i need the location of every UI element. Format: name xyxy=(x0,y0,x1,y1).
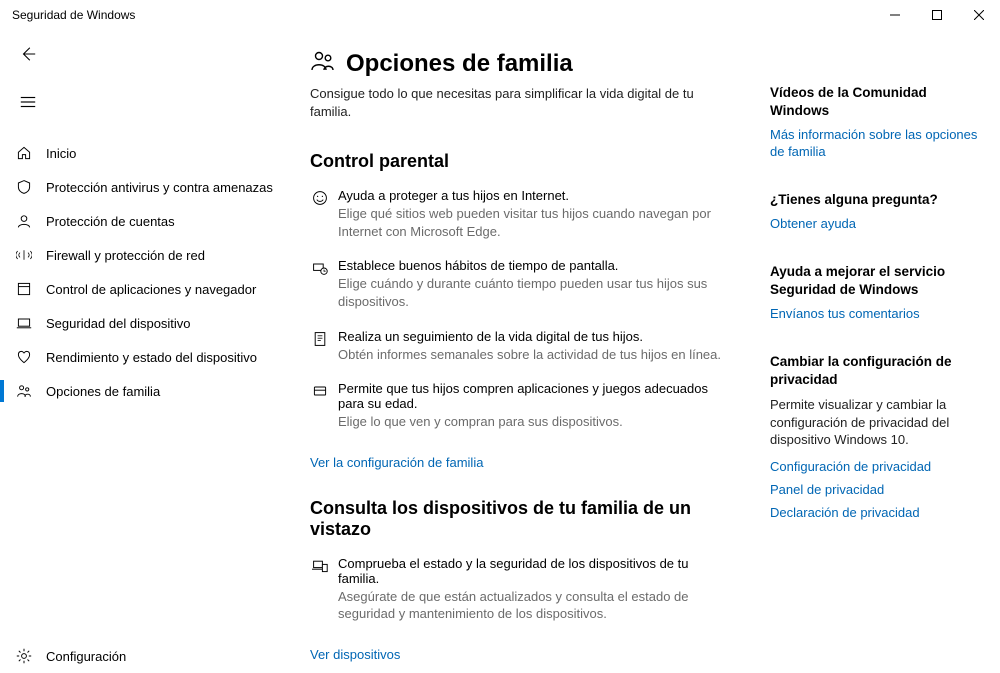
sidebar-item-label: Configuración xyxy=(46,649,126,664)
person-icon xyxy=(14,213,34,229)
sidebar-item-appcontrol[interactable]: Control de aplicaciones y navegador xyxy=(0,272,280,306)
feature-title: Comprueba el estado y la seguridad de lo… xyxy=(338,556,730,586)
feature-row: Comprueba el estado y la seguridad de lo… xyxy=(310,556,730,623)
window-title: Seguridad de Windows xyxy=(12,8,135,22)
titlebar-controls xyxy=(874,0,1000,30)
app-icon xyxy=(14,281,34,297)
aside-videos-link[interactable]: Más información sobre las opciones de fa… xyxy=(770,127,980,161)
aside-help-link[interactable]: Obtener ayuda xyxy=(770,216,980,233)
family-icon xyxy=(310,48,346,79)
sidebar-item-settings[interactable]: Configuración xyxy=(0,639,280,673)
sidebar-item-label: Firewall y protección de red xyxy=(46,248,205,263)
page-subtitle: Consigue todo lo que necesitas para simp… xyxy=(310,85,730,121)
wallet-icon xyxy=(310,381,330,431)
section-parental-heading: Control parental xyxy=(310,151,730,172)
close-button[interactable] xyxy=(958,0,1000,30)
report-icon xyxy=(310,329,330,364)
sidebar-item-health[interactable]: Rendimiento y estado del dispositivo xyxy=(0,340,280,374)
sidebar-item-label: Opciones de familia xyxy=(46,384,160,399)
feature-desc: Asegúrate de que están actualizados y co… xyxy=(338,588,730,623)
home-icon xyxy=(14,145,34,161)
feature-title: Establece buenos hábitos de tiempo de pa… xyxy=(338,258,730,273)
aside-privacy-link-1[interactable]: Panel de privacidad xyxy=(770,482,980,499)
sidebar-item-device-security[interactable]: Seguridad del dispositivo xyxy=(0,306,280,340)
aside-privacy-link-0[interactable]: Configuración de privacidad xyxy=(770,459,980,476)
feature-row: Permite que tus hijos compren aplicacion… xyxy=(310,381,730,431)
sidebar-item-family[interactable]: Opciones de familia xyxy=(0,374,280,408)
aside-help-heading: ¿Tienes alguna pregunta? xyxy=(770,191,980,209)
family-settings-link[interactable]: Ver la configuración de familia xyxy=(310,455,483,470)
feature-title: Ayuda a proteger a tus hijos en Internet… xyxy=(338,188,730,203)
minimize-button[interactable] xyxy=(874,0,916,30)
clock-device-icon xyxy=(310,258,330,310)
page-title: Opciones de familia xyxy=(346,50,573,78)
sidebar-item-label: Rendimiento y estado del dispositivo xyxy=(46,350,257,365)
network-icon xyxy=(14,247,34,263)
aside-feedback-link[interactable]: Envíanos tus comentarios xyxy=(770,306,980,323)
sidebar-item-firewall[interactable]: Firewall y protección de red xyxy=(0,238,280,272)
aside-privacy-heading: Cambiar la configuración de privacidad xyxy=(770,353,980,388)
feature-title: Permite que tus hijos compren aplicacion… xyxy=(338,381,730,411)
heart-icon xyxy=(14,349,34,365)
aside-feedback-heading: Ayuda a mejorar el servicio Seguridad de… xyxy=(770,263,980,298)
sidebar-item-label: Inicio xyxy=(46,146,76,161)
view-devices-link[interactable]: Ver dispositivos xyxy=(310,647,400,662)
sidebar-item-label: Seguridad del dispositivo xyxy=(46,316,191,331)
maximize-button[interactable] xyxy=(916,0,958,30)
sidebar-item-label: Protección de cuentas xyxy=(46,214,175,229)
devices-icon xyxy=(310,556,330,623)
feature-desc: Elige qué sitios web pueden visitar tus … xyxy=(338,205,730,240)
feature-row: Establece buenos hábitos de tiempo de pa… xyxy=(310,258,730,310)
content-area: Opciones de familia Consigue todo lo que… xyxy=(280,30,1000,673)
sidebar-item-account[interactable]: Protección de cuentas xyxy=(0,204,280,238)
hamburger-button[interactable] xyxy=(14,88,42,116)
smile-icon xyxy=(310,188,330,240)
feature-desc: Obtén informes semanales sobre la activi… xyxy=(338,346,730,364)
feature-row: Realiza un seguimiento de la vida digita… xyxy=(310,329,730,364)
device-icon xyxy=(14,315,34,331)
sidebar-item-label: Control de aplicaciones y navegador xyxy=(46,282,256,297)
aside-privacy-text: Permite visualizar y cambiar la configur… xyxy=(770,396,980,449)
shield-icon xyxy=(14,179,34,195)
sidebar-item-virus[interactable]: Protección antivirus y contra amenazas xyxy=(0,170,280,204)
aside-privacy-link-2[interactable]: Declaración de privacidad xyxy=(770,505,980,522)
feature-desc: Elige cuándo y durante cuánto tiempo pue… xyxy=(338,275,730,310)
family-icon xyxy=(14,383,34,399)
feature-desc: Elige lo que ven y compran para sus disp… xyxy=(338,413,730,431)
titlebar: Seguridad de Windows xyxy=(0,0,1000,30)
feature-title: Realiza un seguimiento de la vida digita… xyxy=(338,329,730,344)
aside-videos-heading: Vídeos de la Comunidad Windows xyxy=(770,84,980,119)
feature-row: Ayuda a proteger a tus hijos en Internet… xyxy=(310,188,730,240)
back-button[interactable] xyxy=(14,40,42,68)
gear-icon xyxy=(14,648,34,664)
sidebar: Inicio Protección antivirus y contra ame… xyxy=(0,30,280,673)
sidebar-item-label: Protección antivirus y contra amenazas xyxy=(46,180,273,195)
section-devices-heading: Consulta los dispositivos de tu familia … xyxy=(310,498,730,540)
sidebar-item-home[interactable]: Inicio xyxy=(0,136,280,170)
